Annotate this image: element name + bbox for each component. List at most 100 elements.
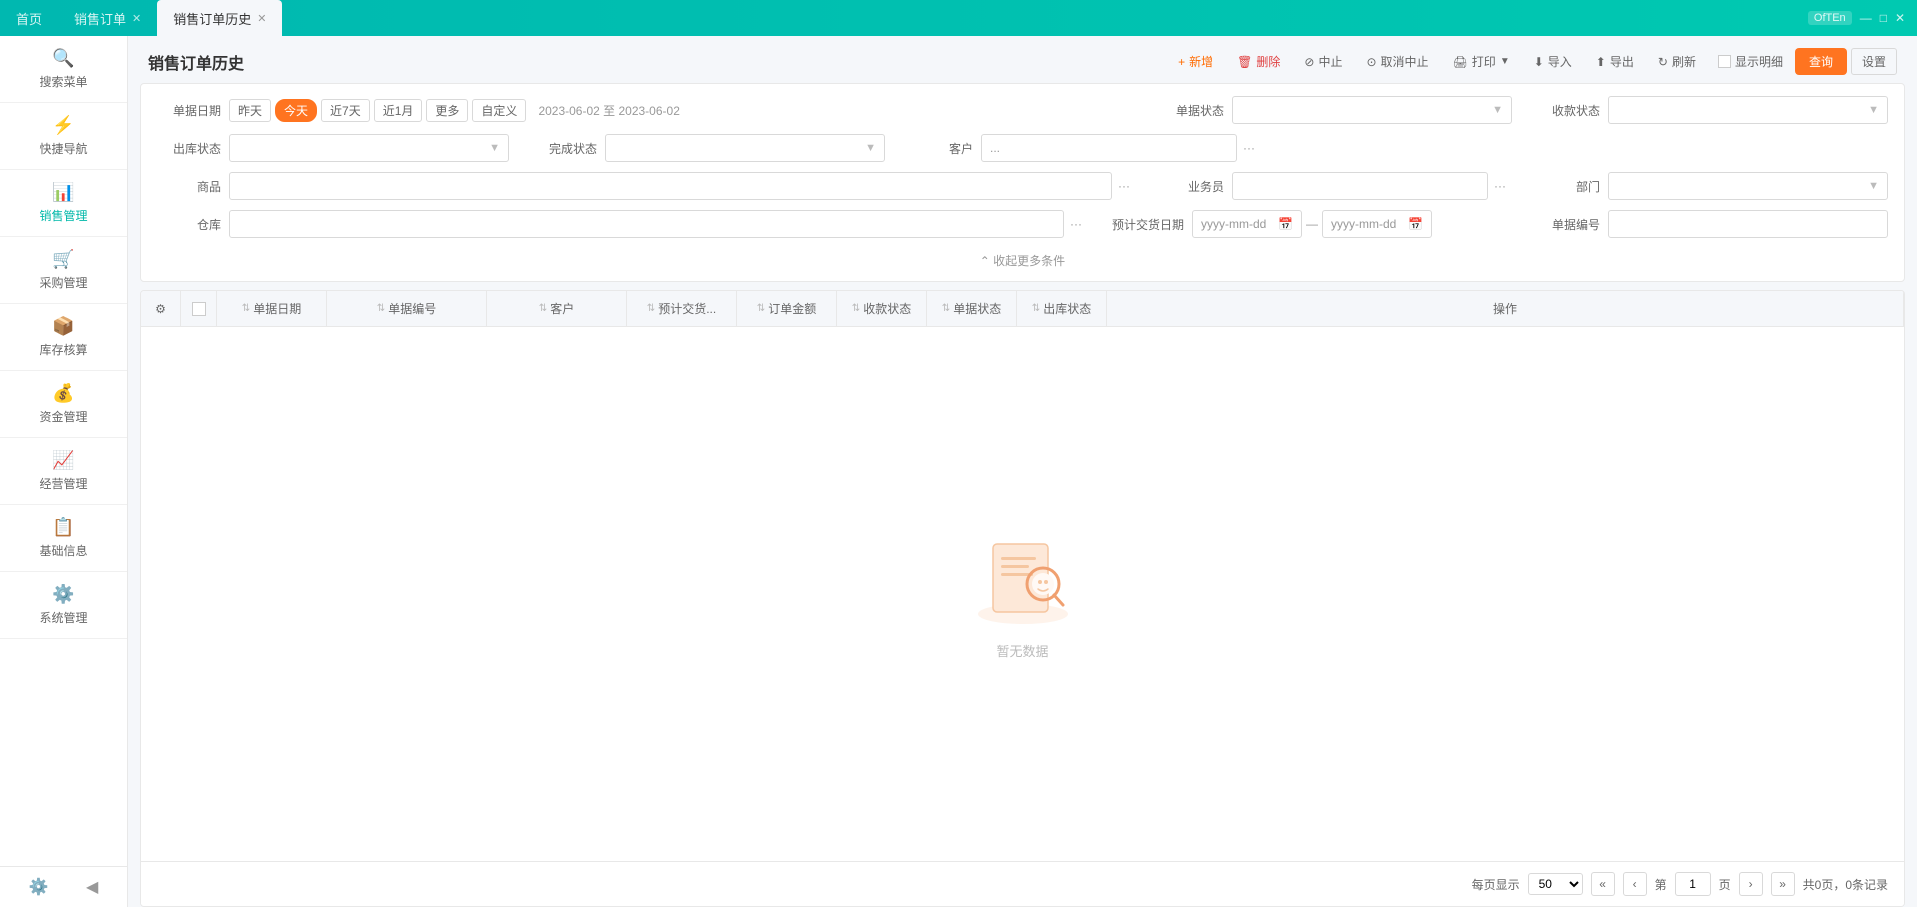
outbound-select[interactable]: ▼ <box>229 134 509 162</box>
th-settings[interactable]: ⚙ <box>141 291 181 326</box>
complete-arrow-icon: ▼ <box>865 142 876 154</box>
sort-icon-status[interactable]: ⇅ <box>942 303 950 314</box>
date-label: 单据日期 <box>157 102 221 119</box>
date-btn-yesterday[interactable]: 昨天 <box>229 99 271 122</box>
export-button[interactable]: ⬆ 导出 <box>1586 49 1644 74</box>
sort-icon-payment[interactable]: ⇅ <box>852 303 860 314</box>
warehouse-more-icon[interactable]: ··· <box>1064 217 1088 231</box>
date-btn-more[interactable]: 更多 <box>426 99 468 122</box>
status-label: 单据状态 <box>1160 102 1224 119</box>
th-actions: 操作 <box>1107 291 1904 326</box>
settings-button-label: 设置 <box>1862 53 1886 70</box>
page-number-input[interactable] <box>1675 872 1711 896</box>
last-page-button[interactable]: » <box>1771 872 1795 896</box>
product-more-icon[interactable]: ··· <box>1112 179 1136 193</box>
delivery-to-input[interactable]: yyyy-mm-dd 📅 <box>1322 210 1432 238</box>
window-max-icon[interactable]: □ <box>1880 11 1887 25</box>
table-header: ⚙ ⇅ 单据日期 ⇅ 单据编号 ⇅ 客户 ⇅ <box>141 291 1904 327</box>
th-amount-label: 订单金额 <box>768 300 816 317</box>
customer-more-icon[interactable]: ··· <box>1237 141 1261 155</box>
page-size-select[interactable]: 50 10 20 100 <box>1528 873 1583 895</box>
sidebar-item-search[interactable]: 🔍 搜索菜单 <box>0 36 127 103</box>
sidebar-item-finance[interactable]: 💰 资金管理 <box>0 371 127 438</box>
page-suffix: 页 <box>1719 876 1731 893</box>
complete-select[interactable]: ▼ <box>605 134 885 162</box>
sidebar-collapse-icon[interactable]: ◀ <box>86 877 98 897</box>
dept-select[interactable]: ▼ <box>1608 172 1888 200</box>
query-label: 查询 <box>1809 53 1833 70</box>
sort-icon-outbound[interactable]: ⇅ <box>1032 303 1040 314</box>
next-page-button[interactable]: › <box>1739 872 1763 896</box>
window-close-icon[interactable]: ✕ <box>1895 11 1905 25</box>
quicknav-icon: ⚡ <box>52 115 74 136</box>
date-btn-1month[interactable]: 近1月 <box>374 99 423 122</box>
cancel-stop-button[interactable]: ⊙ 取消中止 <box>1356 49 1438 74</box>
delete-icon: 🗑 <box>1237 55 1252 69</box>
first-page-button[interactable]: « <box>1591 872 1615 896</box>
page-label: 第 <box>1655 876 1667 893</box>
product-input[interactable] <box>229 172 1112 200</box>
receipt-select[interactable]: ▼ <box>1608 96 1888 124</box>
sidebar-item-system[interactable]: ⚙️ 系统管理 <box>0 572 127 639</box>
import-icon: ⬇ <box>1534 55 1544 69</box>
prev-page-button[interactable]: ‹ <box>1623 872 1647 896</box>
stop-button[interactable]: ⊘ 中止 <box>1294 49 1352 74</box>
status-select[interactable]: ▼ <box>1232 96 1512 124</box>
product-label: 商品 <box>157 178 221 195</box>
sidebar-item-operations[interactable]: 📈 经营管理 <box>0 438 127 505</box>
table-body: 暂无数据 <box>141 327 1904 861</box>
date-range-btns: 昨天 今天 近7天 近1月 更多 自定义 <box>229 99 526 122</box>
th-date-label: 单据日期 <box>253 300 301 317</box>
sidebar-item-sales[interactable]: 📊 销售管理 <box>0 170 127 237</box>
tab-home[interactable]: 首页 <box>0 0 58 36</box>
sort-icon-delivery[interactable]: ⇅ <box>647 303 655 314</box>
collapse-bar[interactable]: ⌃ 收起更多条件 <box>157 248 1888 269</box>
customer-input[interactable]: ... <box>981 134 1237 162</box>
delivery-from-input[interactable]: yyyy-mm-dd 📅 <box>1192 210 1302 238</box>
tab-sales-order[interactable]: 销售订单 ✕ <box>58 0 157 36</box>
app-layout: 🔍 搜索菜单 ⚡ 快捷导航 📊 销售管理 🛒 采购管理 📦 库存核算 💰 资金管… <box>0 36 1917 907</box>
sidebar-item-inventory[interactable]: 📦 库存核算 <box>0 304 127 371</box>
sort-icon-date[interactable]: ⇅ <box>242 303 250 314</box>
date-btn-custom[interactable]: 自定义 <box>472 99 526 122</box>
new-button[interactable]: + 新增 <box>1168 49 1223 74</box>
date-btn-today[interactable]: 今天 <box>275 99 317 122</box>
warehouse-input[interactable] <box>229 210 1064 238</box>
th-delivery-label: 预计交货... <box>658 300 716 317</box>
sort-icon-customer[interactable]: ⇅ <box>539 303 547 314</box>
sales-input[interactable] <box>1232 172 1488 200</box>
status-arrow-icon: ▼ <box>1492 104 1503 116</box>
sales-icon: 📊 <box>52 182 74 203</box>
system-icon: ⚙️ <box>52 584 74 605</box>
sidebar-item-quicknav[interactable]: ⚡ 快捷导航 <box>0 103 127 170</box>
close-sales-history-icon[interactable]: ✕ <box>257 12 266 25</box>
refresh-button[interactable]: ↻ 刷新 <box>1648 49 1706 74</box>
delivery-from-value: yyyy-mm-dd <box>1201 217 1266 231</box>
table-area: ⚙ ⇅ 单据日期 ⇅ 单据编号 ⇅ 客户 ⇅ <box>140 290 1905 907</box>
sidebar-settings-icon[interactable]: ⚙️ <box>29 877 49 897</box>
date-btn-7days[interactable]: 近7天 <box>321 99 370 122</box>
prev-page-icon: ‹ <box>1633 877 1637 891</box>
checkbox-all[interactable] <box>192 302 206 316</box>
print-button[interactable]: 🖨 打印 ▼ <box>1443 49 1520 74</box>
order-no-input[interactable] <box>1608 210 1888 238</box>
close-sales-order-icon[interactable]: ✕ <box>132 12 141 25</box>
th-checkbox[interactable] <box>181 291 217 326</box>
delete-button[interactable]: 🗑 删除 <box>1227 49 1290 74</box>
window-min-icon[interactable]: — <box>1860 11 1872 25</box>
next-page-icon: › <box>1749 877 1753 891</box>
sidebar-item-basic[interactable]: 📋 基础信息 <box>0 505 127 572</box>
tab-sales-history[interactable]: 销售订单历史 ✕ <box>157 0 282 36</box>
top-right: OfTEn — □ ✕ <box>1796 11 1917 25</box>
sales-more-icon[interactable]: ··· <box>1488 179 1512 193</box>
settings-button[interactable]: 设置 <box>1851 48 1897 75</box>
display-toggle[interactable]: 显示明细 <box>1718 53 1783 70</box>
dept-label: 部门 <box>1536 178 1600 195</box>
sidebar-item-purchase[interactable]: 🛒 采购管理 <box>0 237 127 304</box>
sort-icon-amount[interactable]: ⇅ <box>757 303 765 314</box>
import-button[interactable]: ⬇ 导入 <box>1524 49 1582 74</box>
sort-icon-order[interactable]: ⇅ <box>377 303 385 314</box>
display-toggle-checkbox[interactable] <box>1718 55 1731 68</box>
query-button[interactable]: 查询 <box>1795 48 1847 75</box>
receipt-arrow-icon: ▼ <box>1868 104 1879 116</box>
